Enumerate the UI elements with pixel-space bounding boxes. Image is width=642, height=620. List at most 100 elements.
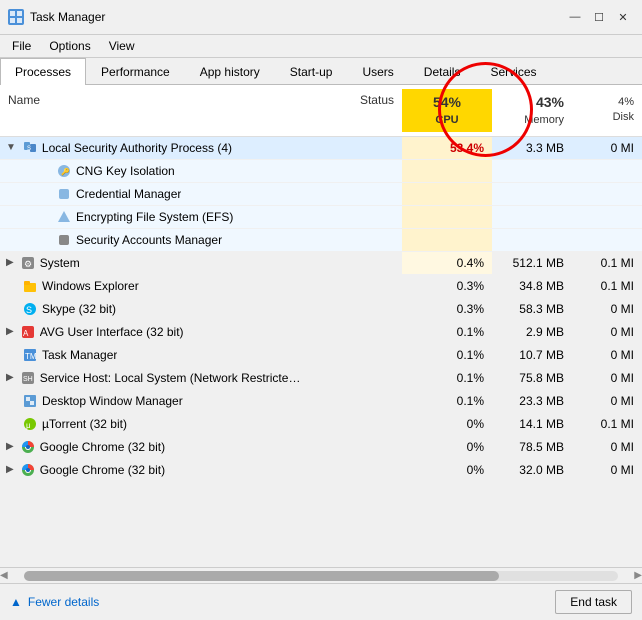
dwm-icon xyxy=(22,393,38,409)
task-manager-window: Task Manager — ☐ ✕ File Options View Pro… xyxy=(0,0,642,620)
svchost-name: Service Host: Local System (Network Rest… xyxy=(40,371,304,385)
process-row-system[interactable]: ▶ ⚙ System 0.4% 512.1 MB 0.1 MI xyxy=(0,252,642,275)
maximize-button[interactable]: ☐ xyxy=(588,6,610,28)
horizontal-scrollbar[interactable]: ◀ ▶ xyxy=(0,567,642,583)
dwm-memory: 23.3 MB xyxy=(492,390,572,412)
process-row-efs[interactable]: Encrypting File System (EFS) xyxy=(0,206,642,229)
svchost-memory: 75.8 MB xyxy=(492,367,572,389)
chrome2-disk: 0 MI xyxy=(572,459,642,481)
col-name[interactable]: Name xyxy=(0,89,312,132)
skype-disk: 0 MI xyxy=(572,298,642,320)
svg-text:⚙: ⚙ xyxy=(24,259,32,269)
utorrent-icon: μ xyxy=(22,416,38,432)
col-disk[interactable]: 4% Disk xyxy=(572,89,642,132)
mem-percent-label: 43% xyxy=(536,93,564,113)
menu-file[interactable]: File xyxy=(4,37,39,55)
lsa-memory: 3.3 MB xyxy=(492,137,572,159)
chrome1-disk: 0 MI xyxy=(572,436,642,458)
svg-text:S: S xyxy=(27,146,31,152)
svg-text:μ: μ xyxy=(26,421,31,430)
cng-name-cell: 🔑 CNG Key Isolation xyxy=(0,160,312,182)
expand-arrow-svchost: ▶ xyxy=(6,372,14,383)
credmgr-icon xyxy=(56,186,72,202)
process-row-chrome2[interactable]: ▶ Google Chrome (32 bit) 0% 32.0 MB 0 MI xyxy=(0,459,642,482)
taskmgr-disk: 0 MI xyxy=(572,344,642,366)
disk-label: Disk xyxy=(613,110,634,125)
col-memory[interactable]: 43% Memory xyxy=(492,89,572,132)
credmgr-name: Credential Manager xyxy=(76,187,181,201)
close-button[interactable]: ✕ xyxy=(612,6,634,28)
window-controls: — ☐ ✕ xyxy=(564,6,634,28)
menu-view[interactable]: View xyxy=(101,37,143,55)
skype-name: Skype (32 bit) xyxy=(42,302,116,316)
process-row-explorer[interactable]: Windows Explorer 0.3% 34.8 MB 0.1 MI xyxy=(0,275,642,298)
h-scroll-track[interactable] xyxy=(24,571,619,581)
cng-icon: 🔑 xyxy=(56,163,72,179)
svg-text:TM: TM xyxy=(25,352,37,361)
explorer-memory: 34.8 MB xyxy=(492,275,572,297)
system-disk: 0.1 MI xyxy=(572,252,642,274)
dwm-name: Desktop Window Manager xyxy=(42,394,183,408)
process-row-cng[interactable]: 🔑 CNG Key Isolation xyxy=(0,160,642,183)
explorer-name: Windows Explorer xyxy=(42,279,139,293)
minimize-button[interactable]: — xyxy=(564,6,586,28)
explorer-disk: 0.1 MI xyxy=(572,275,642,297)
menu-options[interactable]: Options xyxy=(41,37,98,55)
tab-details[interactable]: Details xyxy=(409,58,476,85)
process-list: ▼ S Local Security Authority Process (4)… xyxy=(0,137,642,567)
tab-users[interactable]: Users xyxy=(347,58,408,85)
dwm-cpu: 0.1% xyxy=(402,390,492,412)
skype-memory: 58.3 MB xyxy=(492,298,572,320)
svg-text:A: A xyxy=(23,329,29,338)
expand-arrow-avg: ▶ xyxy=(6,326,14,337)
end-task-button[interactable]: End task xyxy=(555,590,632,614)
svchost-icon: SH xyxy=(20,370,36,386)
tab-bar: Processes Performance App history Start-… xyxy=(0,58,642,85)
h-scroll-thumb[interactable] xyxy=(24,571,500,581)
taskmgr-icon: TM xyxy=(22,347,38,363)
fewer-details-label: Fewer details xyxy=(28,595,99,609)
app-icon xyxy=(8,9,24,25)
chrome1-icon xyxy=(20,439,36,455)
lsa-name: Local Security Authority Process (4) xyxy=(42,141,232,155)
taskmgr-memory: 10.7 MB xyxy=(492,344,572,366)
process-row-avg[interactable]: ▶ A AVG User Interface (32 bit) 0.1% 2.9… xyxy=(0,321,642,344)
tab-processes[interactable]: Processes xyxy=(0,58,86,85)
svchost-cpu: 0.1% xyxy=(402,367,492,389)
cng-name: CNG Key Isolation xyxy=(76,164,175,178)
explorer-cpu: 0.3% xyxy=(402,275,492,297)
process-row-dwm[interactable]: Desktop Window Manager 0.1% 23.3 MB 0 MI xyxy=(0,390,642,413)
fewer-details-button[interactable]: ▲ Fewer details xyxy=(10,595,99,609)
process-row-svchost[interactable]: ▶ SH Service Host: Local System (Network… xyxy=(0,367,642,390)
tab-performance[interactable]: Performance xyxy=(86,58,185,85)
expand-arrow-system: ▶ xyxy=(6,257,14,268)
tab-apphistory[interactable]: App history xyxy=(185,58,275,85)
avg-name: AVG User Interface (32 bit) xyxy=(40,325,184,339)
process-row-lsa[interactable]: ▼ S Local Security Authority Process (4)… xyxy=(0,137,642,160)
process-row-chrome1[interactable]: ▶ Google Chrome (32 bit) 0% 78.5 MB 0 MI xyxy=(0,436,642,459)
col-cpu[interactable]: 54% CPU xyxy=(402,89,492,132)
cpu-label: CPU xyxy=(435,113,458,128)
sam-name-cell: Security Accounts Manager xyxy=(0,229,312,251)
system-cpu: 0.4% xyxy=(402,252,492,274)
menu-bar: File Options View xyxy=(0,35,642,58)
col-status[interactable]: Status xyxy=(312,89,402,132)
avg-memory: 2.9 MB xyxy=(492,321,572,343)
process-row-utorrent[interactable]: μ µTorrent (32 bit) 0% 14.1 MB 0.1 MI xyxy=(0,413,642,436)
cpu-percent-label: 54% xyxy=(433,93,461,113)
svg-text:S: S xyxy=(26,305,32,315)
process-row-sam[interactable]: Security Accounts Manager xyxy=(0,229,642,252)
process-row-skype[interactable]: S Skype (32 bit) 0.3% 58.3 MB 0 MI xyxy=(0,298,642,321)
chrome2-name: Google Chrome (32 bit) xyxy=(40,463,165,477)
process-row-credmgr[interactable]: Credential Manager xyxy=(0,183,642,206)
efs-name-cell: Encrypting File System (EFS) xyxy=(0,206,312,228)
chrome1-cpu: 0% xyxy=(402,436,492,458)
status-bar: ▲ Fewer details End task xyxy=(0,583,642,620)
sam-name: Security Accounts Manager xyxy=(76,233,222,247)
process-row-taskmgr[interactable]: TM Task Manager 0.1% 10.7 MB 0 MI xyxy=(0,344,642,367)
lsa-status xyxy=(312,137,402,159)
tab-services[interactable]: Services xyxy=(475,58,551,85)
column-headers: Name Status 54% CPU 43% Memory 4% Disk xyxy=(0,85,642,137)
tab-startup[interactable]: Start-up xyxy=(275,58,348,85)
lsa-icon: S xyxy=(22,140,38,156)
